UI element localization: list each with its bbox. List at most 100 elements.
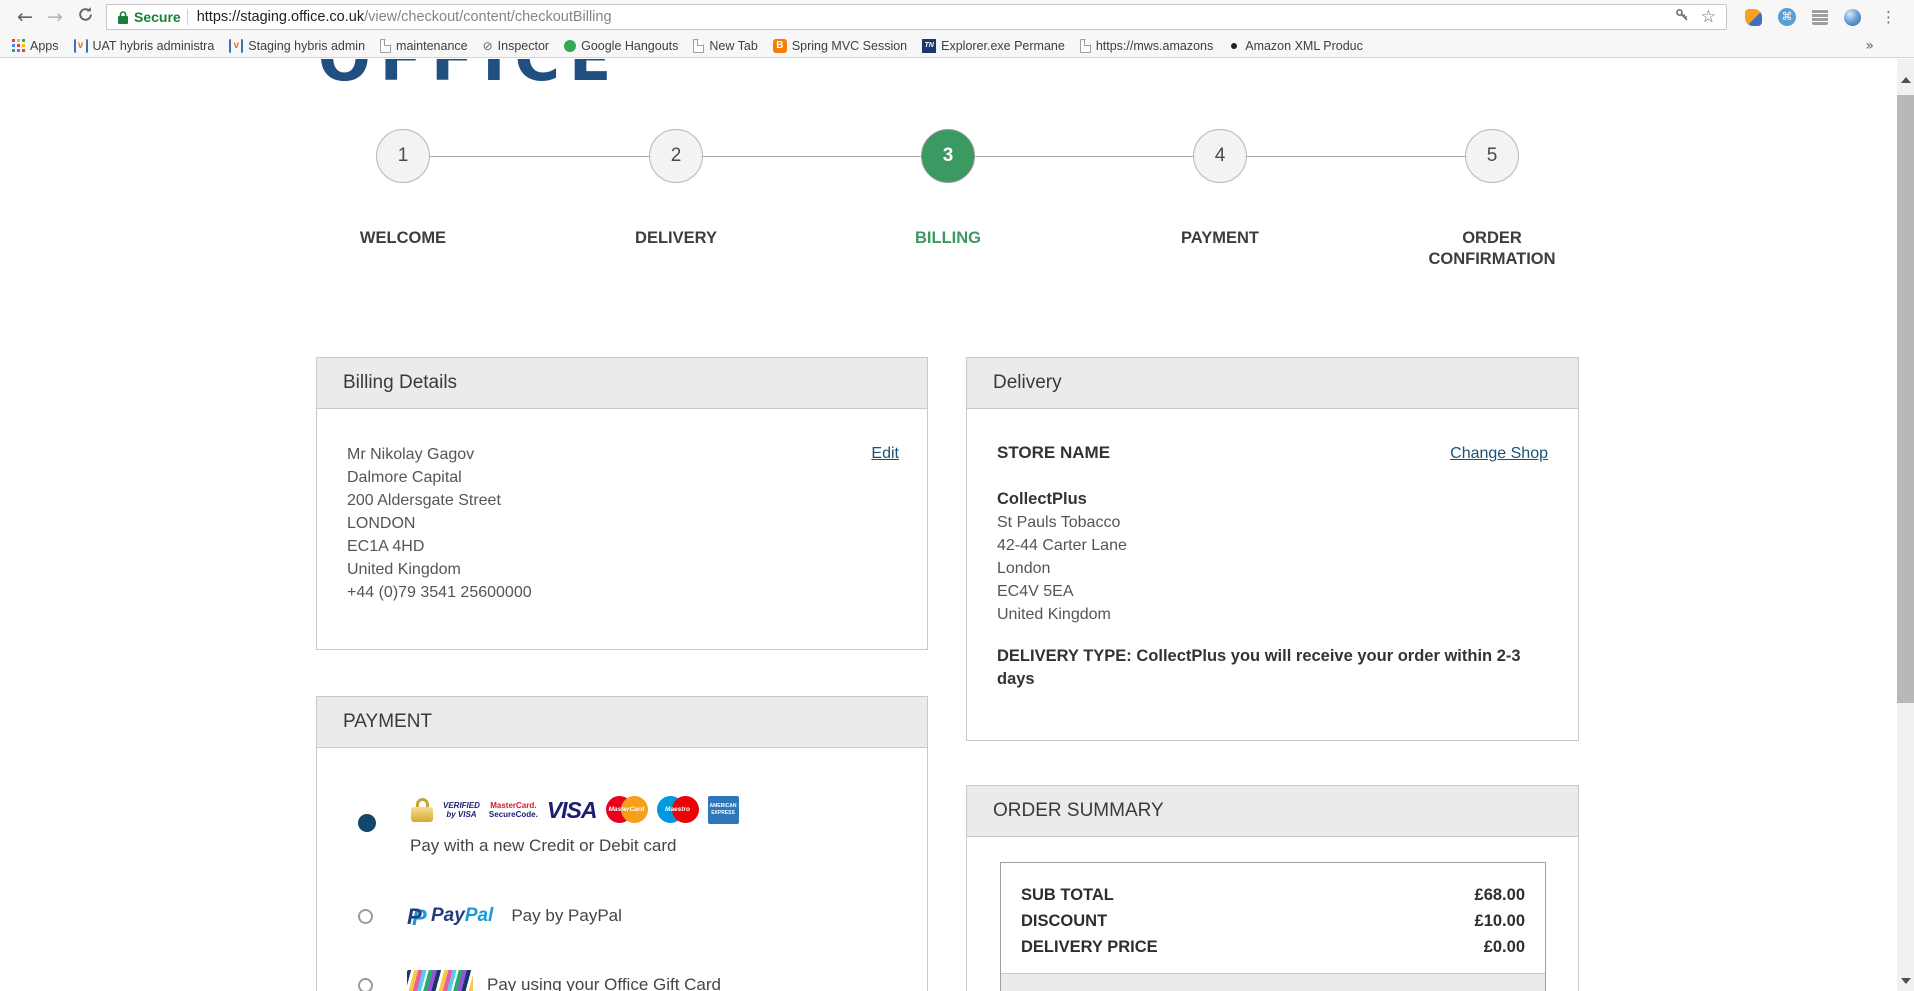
giftcard-option-label: Pay using your Office Gift Card (487, 975, 722, 991)
apps-shortcut[interactable]: Apps (12, 39, 59, 53)
order-summary-box: SUB TOTAL £68.00 DISCOUNT £10.00 DELIVER… (1000, 862, 1546, 991)
extension-globe-icon[interactable] (1844, 8, 1861, 26)
store-address-line: EC4V 5EA (997, 583, 1074, 600)
step-billing-active[interactable]: 3 BILLING (858, 129, 1038, 249)
payment-header: PAYMENT (317, 697, 927, 748)
extension-form-icon[interactable] (1812, 9, 1828, 25)
extension-ribbon-icon[interactable] (1745, 8, 1762, 26)
store-name-value: CollectPlus (997, 490, 1087, 508)
bookmark-label: Google Hangouts (581, 38, 679, 53)
extension-command-icon[interactable]: ⌘ (1778, 8, 1796, 26)
delivery-type-text: DELIVERY TYPE: CollectPlus you will rece… (997, 647, 1521, 688)
bookmark-item[interactable]: Amazon XML Produc (1228, 39, 1363, 53)
scrollbar-thumb[interactable] (1897, 95, 1914, 703)
page-favicon (380, 38, 392, 53)
summary-label: SUB TOTAL (1021, 886, 1114, 904)
bookmarks-overflow-chevron[interactable]: » (1865, 38, 1902, 54)
summary-total-band (1001, 973, 1545, 991)
verified-by-visa-icon: VERIFIED by VISA (443, 801, 480, 819)
bookmark-star-icon[interactable]: ☆ (1701, 7, 1716, 27)
reload-button[interactable] (70, 6, 100, 29)
payment-body: VERIFIED by VISA MasterCard. SecureCode.… (317, 748, 927, 991)
summary-value: £68.00 (1474, 886, 1525, 904)
bookmark-label: New Tab (709, 38, 758, 53)
bookmark-item[interactable]: v Staging hybris admin (229, 38, 366, 53)
reload-icon (78, 6, 92, 21)
bookmark-item[interactable]: ⊘ Inspector (483, 39, 549, 53)
bookmark-item[interactable]: New Tab (693, 38, 758, 53)
summary-label: DELIVERY PRICE (1021, 938, 1158, 956)
payment-option-card[interactable]: VERIFIED by VISA MasterCard. SecureCode.… (358, 790, 907, 856)
bookmark-label: Amazon XML Produc (1245, 38, 1363, 53)
billing-address-line: United Kingdom (347, 561, 461, 578)
billing-address-line: Mr Nikolay Gagov (347, 446, 475, 463)
step-label: DELIVERY (635, 229, 717, 247)
step-label: WELCOME (359, 229, 447, 247)
extensions-area: ⌘ ⋮ (1737, 8, 1904, 26)
mastercard-securecode-icon: MasterCard. SecureCode. (488, 801, 538, 819)
step-welcome[interactable]: 1 WELCOME (313, 129, 493, 249)
radio-card-selected[interactable] (358, 814, 376, 832)
payment-option-paypal[interactable]: PP PayPal Pay by PayPal (358, 904, 907, 930)
gold-padlock-icon (410, 798, 434, 822)
order-summary-body: SUB TOTAL £68.00 DISCOUNT £10.00 DELIVER… (967, 837, 1578, 991)
scrollbar-up-arrow-icon[interactable] (1901, 77, 1911, 83)
secure-label: Secure (134, 9, 181, 25)
summary-row-delivery-price: DELIVERY PRICE £0.00 (1021, 934, 1525, 960)
tn-favicon: TN (922, 38, 937, 53)
inspector-favicon: ⊘ (482, 38, 493, 53)
blogger-favicon: B (772, 38, 787, 53)
order-summary-header: ORDER SUMMARY (967, 786, 1578, 837)
mastercard-icon: MasterCard (605, 796, 648, 824)
bookmark-item[interactable]: https://mws.amazons (1079, 38, 1213, 53)
forward-button[interactable]: → (40, 6, 70, 28)
secure-padlock-icon (118, 10, 128, 24)
billing-details-panel: Billing Details Edit Mr Nikolay Gagov Da… (316, 357, 928, 650)
step-circle: 2 (649, 129, 703, 183)
billing-address-line: EC1A 4HD (347, 538, 425, 555)
browser-toolbar: ← → Secure https://staging.office.co.uk /… (0, 0, 1914, 34)
bookmark-item[interactable]: B Spring MVC Session (772, 38, 908, 53)
bookmark-label: Inspector (497, 38, 550, 53)
bookmark-item[interactable]: maintenance (380, 38, 468, 53)
step-circle: 4 (1193, 129, 1247, 183)
url-bar[interactable]: Secure https://staging.office.co.uk/view… (106, 4, 1727, 30)
radio-paypal[interactable] (358, 908, 373, 924)
summary-row-discount: DISCOUNT £10.00 (1021, 908, 1525, 934)
store-address-line: St Pauls Tobacco (997, 514, 1121, 531)
step-payment[interactable]: 4 PAYMENT (1130, 129, 1310, 249)
hybris-favicon: v (229, 38, 244, 53)
change-shop-link[interactable]: Change Shop (1450, 445, 1548, 463)
step-delivery[interactable]: 2 DELIVERY (586, 129, 766, 249)
browser-chrome: ← → Secure https://staging.office.co.uk /… (0, 0, 1914, 58)
page-scrollbar[interactable] (1897, 59, 1914, 991)
store-address-line: 42-44 Carter Lane (997, 537, 1127, 554)
delivery-panel: Delivery Change Shop STORE NAME CollectP… (966, 357, 1579, 741)
scrollbar-down-arrow-icon[interactable] (1901, 978, 1911, 984)
bookmark-item[interactable]: TN Explorer.exe Permane (922, 38, 1065, 53)
bookmark-label: Spring MVC Session (791, 38, 908, 53)
step-label: PAYMENT (1181, 229, 1259, 247)
billing-details-body: Edit Mr Nikolay Gagov Dalmore Capital 20… (317, 409, 927, 604)
saved-password-key-icon[interactable] (1675, 8, 1689, 27)
visa-icon: VISA (546, 796, 598, 823)
edit-billing-link[interactable]: Edit (871, 445, 899, 463)
payment-option-giftcard[interactable]: GIFT CARD Pay using your Office Gift Car… (358, 970, 907, 991)
gift-card-logo-icon: GIFT CARD (407, 970, 473, 991)
bookmark-item[interactable]: v UAT hybris administra (73, 38, 214, 53)
step-order-confirmation[interactable]: 5 ORDER CONFIRMATION (1402, 129, 1582, 270)
back-button[interactable]: ← (10, 6, 40, 28)
radio-giftcard[interactable] (358, 977, 373, 991)
billing-details-header: Billing Details (317, 358, 927, 409)
summary-value: £10.00 (1474, 912, 1525, 930)
card-scheme-icons: VERIFIED by VISA MasterCard. SecureCode.… (410, 790, 739, 830)
summary-row-subtotal: SUB TOTAL £68.00 (1021, 882, 1525, 908)
step-circle: 3 (921, 129, 975, 183)
browser-menu-icon[interactable]: ⋮ (1877, 8, 1900, 26)
giftcard-option-body: GIFT CARD Pay using your Office Gift Car… (407, 970, 721, 991)
step-label: BILLING (915, 229, 981, 247)
bookmark-label: Staging hybris admin (248, 38, 366, 53)
store-address-line: London (997, 560, 1051, 577)
bookmark-item[interactable]: Google Hangouts (564, 39, 678, 53)
step-circle: 1 (376, 129, 430, 183)
